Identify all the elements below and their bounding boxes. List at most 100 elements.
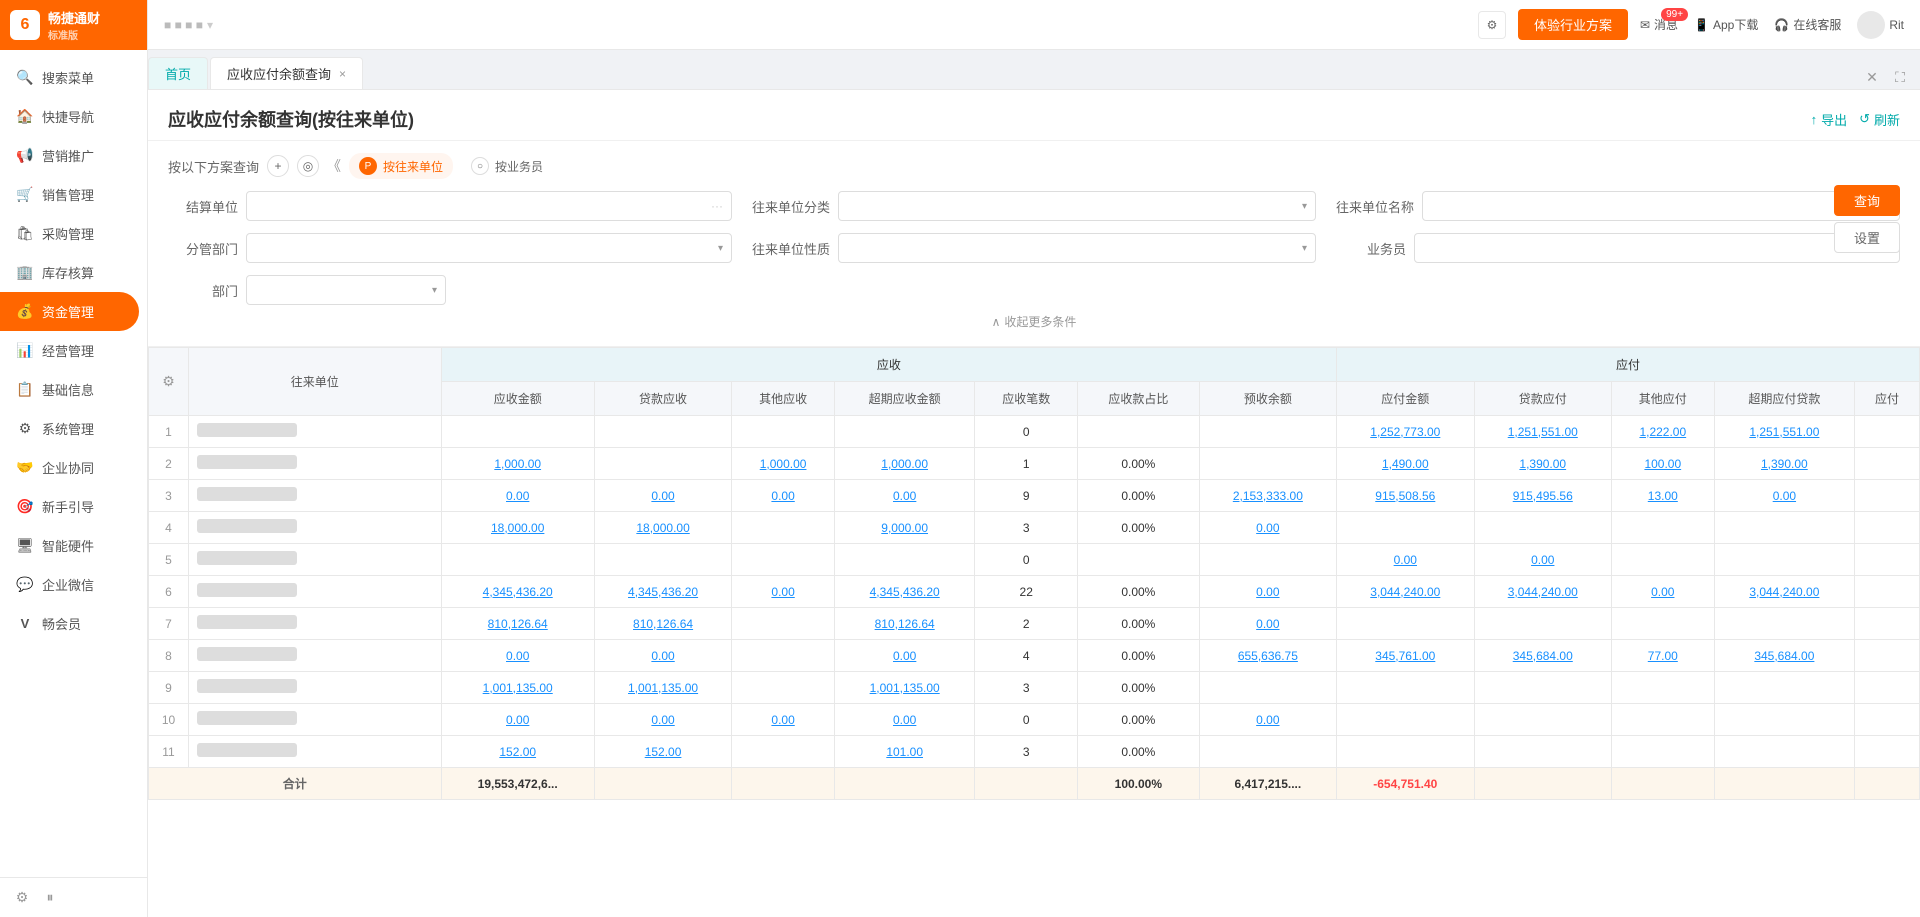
row-ar-count[interactable]: 1 [975, 448, 1078, 480]
row-ap-other[interactable]: 77.00 [1611, 640, 1714, 672]
row-ar-overdue[interactable]: 9,000.00 [834, 512, 975, 544]
row-ar-count[interactable]: 3 [975, 736, 1078, 768]
row-ar-loan[interactable]: 152.00 [594, 736, 731, 768]
header-online-service[interactable]: 🎧 在线客服 [1774, 16, 1841, 33]
row-ar-count[interactable]: 0 [975, 416, 1078, 448]
filter-input-name[interactable] [1422, 191, 1900, 221]
tab-close-button[interactable]: ✕ [1860, 65, 1884, 89]
filter-scheme-partner[interactable]: P 按往来单位 [349, 153, 453, 179]
row-ap-overdue[interactable]: 345,684.00 [1714, 640, 1855, 672]
row-ap-other[interactable]: 0.00 [1611, 576, 1714, 608]
row-ar-ratio[interactable]: 0.00% [1078, 576, 1200, 608]
row-ar-overdue[interactable]: 101.00 [834, 736, 975, 768]
refresh-button[interactable]: ↺ 刷新 [1859, 110, 1900, 129]
sidebar-item-corp[interactable]: 🤝 企业协同 [0, 448, 147, 487]
row-ap-overdue[interactable]: 3,044,240.00 [1714, 576, 1855, 608]
sidebar-item-basic[interactable]: 📋 基础信息 [0, 370, 147, 409]
row-ar-prepay[interactable]: 655,636.75 [1199, 640, 1336, 672]
table-settings-icon[interactable]: ⚙ [162, 373, 175, 389]
footer-ar-amount[interactable]: 19,553,472,6... [441, 768, 594, 800]
row-ar-overdue[interactable]: 0.00 [834, 704, 975, 736]
row-ap-amount[interactable]: 915,508.56 [1337, 480, 1474, 512]
row-ar-other[interactable]: 0.00 [732, 480, 835, 512]
solution-button[interactable]: 体验行业方案 [1518, 9, 1628, 40]
filter-collapse-link[interactable]: ∧ 收起更多条件 [992, 313, 1077, 330]
row-ar-prepay[interactable]: 0.00 [1199, 512, 1336, 544]
header-app-download[interactable]: 📱 App下载 [1694, 16, 1758, 33]
row-ar-amount[interactable]: 0.00 [441, 640, 594, 672]
row-ar-ratio[interactable]: 0.00% [1078, 448, 1200, 480]
sidebar-item-sales[interactable]: 🛒 销售管理 [0, 175, 147, 214]
row-ar-amount[interactable]: 1,001,135.00 [441, 672, 594, 704]
row-ar-ratio[interactable]: 0.00% [1078, 736, 1200, 768]
row-ap-amount[interactable]: 1,252,773.00 [1337, 416, 1474, 448]
row-ap-loan[interactable]: 3,044,240.00 [1474, 576, 1611, 608]
filter-input-salesman[interactable]: ··· [1414, 233, 1900, 263]
row-ap-loan[interactable]: 1,251,551.00 [1474, 416, 1611, 448]
header-user[interactable]: Rit [1857, 11, 1904, 39]
row-ap-amount[interactable]: 3,044,240.00 [1337, 576, 1474, 608]
filter-scheme-salesman[interactable]: ○ 按业务员 [461, 153, 553, 179]
sidebar-item-hardware[interactable]: 🖥 智能硬件 [0, 526, 147, 565]
row-ar-prepay[interactable]: 0.00 [1199, 608, 1336, 640]
settings-button[interactable]: 设置 [1834, 222, 1900, 253]
sidebar-item-system[interactable]: ⚙ 系统管理 [0, 409, 147, 448]
row-ap-other[interactable]: 100.00 [1611, 448, 1714, 480]
row-ar-count[interactable]: 0 [975, 704, 1078, 736]
row-ar-amount[interactable]: 18,000.00 [441, 512, 594, 544]
row-ar-loan[interactable]: 18,000.00 [594, 512, 731, 544]
tab-close-icon[interactable]: × [339, 67, 346, 81]
filter-input-category[interactable]: ▾ [838, 191, 1316, 221]
row-ar-amount[interactable]: 4,345,436.20 [441, 576, 594, 608]
sidebar-item-vip[interactable]: V 畅会员 [0, 604, 147, 643]
row-ar-amount[interactable]: 0.00 [441, 704, 594, 736]
row-ar-ratio[interactable]: 0.00% [1078, 608, 1200, 640]
row-ar-other[interactable]: 1,000.00 [732, 448, 835, 480]
row-ar-amount[interactable]: 1,000.00 [441, 448, 594, 480]
header-gear-button[interactable]: ⚙ [1478, 11, 1506, 39]
filter-schema-button[interactable]: ◎ [297, 155, 319, 177]
row-ar-overdue[interactable]: 810,126.64 [834, 608, 975, 640]
row-ar-loan[interactable]: 4,345,436.20 [594, 576, 731, 608]
sidebar-item-wechat[interactable]: 💬 企业微信 [0, 565, 147, 604]
row-ar-overdue[interactable]: 1,000.00 [834, 448, 975, 480]
th-settings[interactable]: ⚙ [149, 348, 189, 416]
row-ar-overdue[interactable]: 0.00 [834, 640, 975, 672]
row-ar-count[interactable]: 3 [975, 512, 1078, 544]
row-ap-overdue[interactable]: 0.00 [1714, 480, 1855, 512]
filter-input-dept[interactable]: ▾ [246, 233, 732, 263]
row-ar-loan[interactable]: 0.00 [594, 480, 731, 512]
sidebar-item-finance[interactable]: 💰 资金管理 [0, 292, 139, 331]
row-ap-amount[interactable]: 0.00 [1337, 544, 1474, 576]
row-ap-overdue[interactable]: 1,390.00 [1714, 448, 1855, 480]
filter-collapse-toggle[interactable]: 《 [327, 156, 341, 176]
row-ap-other[interactable]: 13.00 [1611, 480, 1714, 512]
sidebar-item-purchase[interactable]: 🛍 采购管理 [0, 214, 147, 253]
export-button[interactable]: ↑ 导出 [1811, 110, 1848, 129]
row-ap-overdue[interactable]: 1,251,551.00 [1714, 416, 1855, 448]
header-message[interactable]: ✉ 消息 99+ [1640, 16, 1678, 33]
row-ar-count[interactable]: 2 [975, 608, 1078, 640]
row-ap-other[interactable]: 1,222.00 [1611, 416, 1714, 448]
row-ar-loan[interactable]: 0.00 [594, 640, 731, 672]
row-ar-count[interactable]: 22 [975, 576, 1078, 608]
filter-input-nature[interactable]: ▾ [838, 233, 1316, 263]
row-ar-other[interactable]: 0.00 [732, 576, 835, 608]
sidebar-item-quicknav[interactable]: 🏠 快捷导航 [0, 97, 147, 136]
sidebar-item-operation[interactable]: 📊 经营管理 [0, 331, 147, 370]
row-ar-prepay[interactable]: 2,153,333.00 [1199, 480, 1336, 512]
row-ap-loan[interactable]: 345,684.00 [1474, 640, 1611, 672]
row-ar-ratio[interactable]: 0.00% [1078, 512, 1200, 544]
collapse-icon[interactable]: ⏸ [40, 888, 60, 908]
row-ar-ratio[interactable]: 0.00% [1078, 672, 1200, 704]
row-ar-loan[interactable]: 0.00 [594, 704, 731, 736]
row-ar-overdue[interactable]: 1,001,135.00 [834, 672, 975, 704]
row-ar-amount[interactable]: 810,126.64 [441, 608, 594, 640]
sidebar-item-guide[interactable]: 🎯 新手引导 [0, 487, 147, 526]
tab-maximize-button[interactable]: ⛶ [1888, 65, 1912, 89]
row-ar-prepay[interactable]: 0.00 [1199, 704, 1336, 736]
row-ar-count[interactable]: 4 [975, 640, 1078, 672]
row-ar-ratio[interactable]: 0.00% [1078, 640, 1200, 672]
sidebar-item-marketing[interactable]: 📢 营销推广 [0, 136, 147, 175]
filter-add-button[interactable]: + [267, 155, 289, 177]
